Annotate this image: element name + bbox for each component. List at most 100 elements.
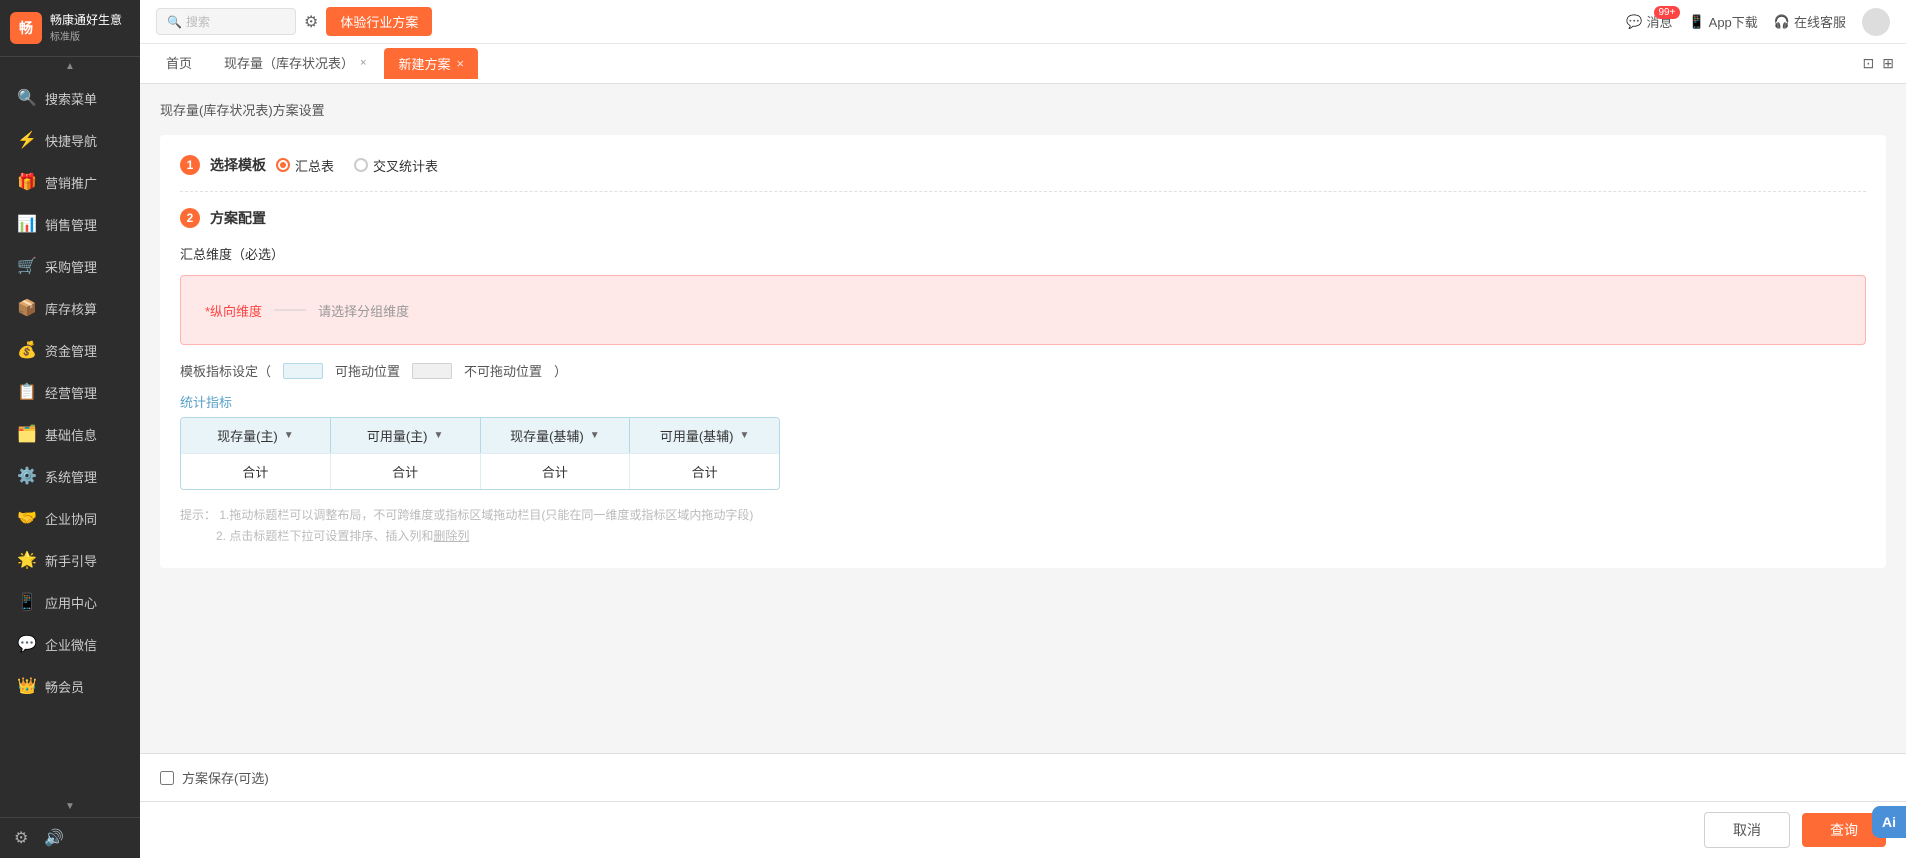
dimension-required-label: *纵向维度 (205, 301, 262, 320)
chevron-down-icon-3: ▼ (740, 430, 750, 441)
sidebar-item-cooperation[interactable]: 🤝 企业协同 (0, 497, 140, 539)
sidebar-item-search[interactable]: 🔍 搜索菜单 (0, 77, 140, 119)
basic-icon: 🗂️ (17, 424, 37, 444)
sidebar-item-basic[interactable]: 🗂️ 基础信息 (0, 413, 140, 455)
tabs-bar: 首页 现存量（库存状况表） × 新建方案 × ⊡ ⊞ (140, 44, 1906, 84)
system-icon: ⚙️ (17, 466, 37, 486)
app-download-label: App下载 (1709, 12, 1758, 31)
message-item[interactable]: 💬 消息 99+ (1626, 12, 1672, 31)
stats-header-row: 现存量(主) ▼ 可用量(主) ▼ 现存量(基辅) ▼ 可用量(基辅) (181, 418, 779, 453)
sidebar-item-operation[interactable]: 📋 经营管理 (0, 371, 140, 413)
logo-edition: 标准版 (50, 28, 122, 43)
radio-summary-dot (276, 158, 290, 172)
tab-restore-icon[interactable]: ⊡ (1863, 55, 1875, 72)
member-icon: 👑 (17, 676, 37, 696)
chevron-down-icon-0: ▼ (284, 430, 294, 441)
sidebar-item-label: 销售管理 (45, 215, 97, 234)
operation-icon: 📋 (17, 382, 37, 402)
indicator-label-end: ） (554, 361, 567, 380)
radio-cross[interactable]: 交叉统计表 (354, 156, 438, 175)
sidebar-item-inventory[interactable]: 📦 库存核算 (0, 287, 140, 329)
sidebar-item-newuser[interactable]: 🌟 新手引导 (0, 539, 140, 581)
sidebar-nav: 🔍 搜索菜单 ⚡ 快捷导航 🎁 营销推广 📊 销售管理 🛒 采购管理 📦 库存核… (0, 77, 140, 797)
headset-icon: 🎧 (1774, 14, 1790, 30)
sidebar: 畅 畅康通好生意 标准版 ▲ 🔍 搜索菜单 ⚡ 快捷导航 🎁 营销推广 📊 销售… (0, 0, 140, 858)
sidebar-item-label: 搜索菜单 (45, 89, 97, 108)
sidebar-item-system[interactable]: ⚙️ 系统管理 (0, 455, 140, 497)
sidebar-item-member[interactable]: 👑 畅会员 (0, 665, 140, 707)
footer-bar: 取消 查询 (140, 801, 1906, 858)
sidebar-item-label: 库存核算 (45, 299, 97, 318)
scroll-up-arrow[interactable]: ▲ (0, 57, 140, 77)
tip-2-text: 2. 点击标题栏下拉可设置排序、插入列和 (180, 529, 433, 543)
tab-new-plan[interactable]: 新建方案 × (384, 48, 478, 79)
topbar: 🔍 搜索 ⚙ 体验行业方案 💬 消息 99+ 📱 App下载 🎧 在线客服 (140, 0, 1906, 44)
tab-inventory-label: 现存量（库存状况表） (224, 53, 354, 72)
logo-name: 畅康通好生意 (50, 13, 122, 29)
sidebar-item-label: 畅会员 (45, 677, 84, 696)
save-checkbox[interactable] (160, 771, 174, 785)
stats-col-1-label: 可用量(主) (367, 426, 428, 445)
stats-header-col-0[interactable]: 现存量(主) ▼ (181, 418, 331, 453)
tab-home[interactable]: 首页 (152, 45, 206, 82)
tab-expand-icon[interactable]: ⊞ (1882, 55, 1894, 72)
settings-icon[interactable]: ⚙ (14, 828, 28, 848)
sidebar-item-appcenter[interactable]: 📱 应用中心 (0, 581, 140, 623)
sidebar-logo: 畅 畅康通好生意 标准版 (0, 0, 140, 57)
tab-inventory-close[interactable]: × (360, 57, 366, 69)
stats-header-col-2[interactable]: 现存量(基辅) ▼ (481, 418, 631, 453)
shortcut-icon: ⚡ (17, 130, 37, 150)
sidebar-item-wechat[interactable]: 💬 企业微信 (0, 623, 140, 665)
cancel-button[interactable]: 取消 (1704, 812, 1790, 848)
tip-2-link[interactable]: 删除列 (433, 529, 469, 543)
ai-label: Ai (1882, 814, 1896, 830)
sidebar-item-shortcut[interactable]: ⚡ 快捷导航 (0, 119, 140, 161)
stats-data-col-1: 合计 (331, 454, 481, 489)
ai-button[interactable]: Ai (1872, 806, 1906, 838)
sidebar-item-purchase[interactable]: 🛒 采购管理 (0, 245, 140, 287)
sidebar-item-finance[interactable]: 💰 资金管理 (0, 329, 140, 371)
stats-header-col-1[interactable]: 可用量(主) ▼ (331, 418, 481, 453)
step2-header: 2 方案配置 (180, 208, 1866, 228)
sidebar-bottom: ⚙ 🔊 (0, 817, 140, 858)
sidebar-item-label: 营销推广 (45, 173, 97, 192)
dimension-box[interactable]: *纵向维度 —— 请选择分组维度 (180, 275, 1866, 345)
search-icon: 🔍 (17, 88, 37, 108)
stats-col-2-label: 现存量(基辅) (510, 426, 584, 445)
tab-inventory-status[interactable]: 现存量（库存状况表） × (210, 45, 380, 82)
radio-summary-label: 汇总表 (295, 156, 334, 175)
template-radio-group: 汇总表 交叉统计表 (276, 156, 438, 175)
sidebar-item-marketing[interactable]: 🎁 营销推广 (0, 161, 140, 203)
sidebar-item-label: 新手引导 (45, 551, 97, 570)
page-title: 现存量(库存状况表)方案设置 (160, 100, 1886, 119)
online-service-label: 在线客服 (1794, 12, 1846, 31)
online-service-item[interactable]: 🎧 在线客服 (1774, 12, 1846, 31)
radio-summary[interactable]: 汇总表 (276, 156, 334, 175)
marketing-icon: 🎁 (17, 172, 37, 192)
appcenter-icon: 📱 (17, 592, 37, 612)
stats-data-col-0: 合计 (181, 454, 331, 489)
avatar[interactable] (1862, 8, 1890, 36)
scroll-down-arrow[interactable]: ▼ (0, 797, 140, 817)
cooperation-icon: 🤝 (17, 508, 37, 528)
speaker-icon[interactable]: 🔊 (44, 828, 64, 848)
plan-settings-card: 1 选择模板 汇总表 交叉统计表 2 方案配置 (160, 135, 1886, 568)
sidebar-item-sales[interactable]: 📊 销售管理 (0, 203, 140, 245)
inventory-icon: 📦 (17, 298, 37, 318)
app-download-item[interactable]: 📱 App下载 (1688, 12, 1757, 31)
gear-icon[interactable]: ⚙ (304, 12, 318, 32)
indicator-draggable-label: 可拖动位置 (335, 361, 400, 380)
industry-plan-button[interactable]: 体验行业方案 (326, 7, 432, 36)
tab-new-close[interactable]: × (456, 56, 464, 71)
step1-header: 1 选择模板 汇总表 交叉统计表 (180, 155, 1866, 175)
step1-title: 选择模板 (210, 155, 266, 175)
stats-data-col-3: 合计 (630, 454, 779, 489)
stats-header-col-3[interactable]: 可用量(基辅) ▼ (630, 418, 779, 453)
topbar-left: 🔍 搜索 ⚙ 体验行业方案 (156, 7, 1614, 36)
stats-title: 统计指标 (180, 392, 1866, 411)
radio-cross-dot (354, 158, 368, 172)
dimension-field-label: 汇总维度（必选） (180, 244, 1866, 263)
tab-home-label: 首页 (166, 53, 192, 72)
indicator-label-start: 模板指标设定（ (180, 361, 271, 380)
dimension-line: —— (274, 301, 306, 319)
